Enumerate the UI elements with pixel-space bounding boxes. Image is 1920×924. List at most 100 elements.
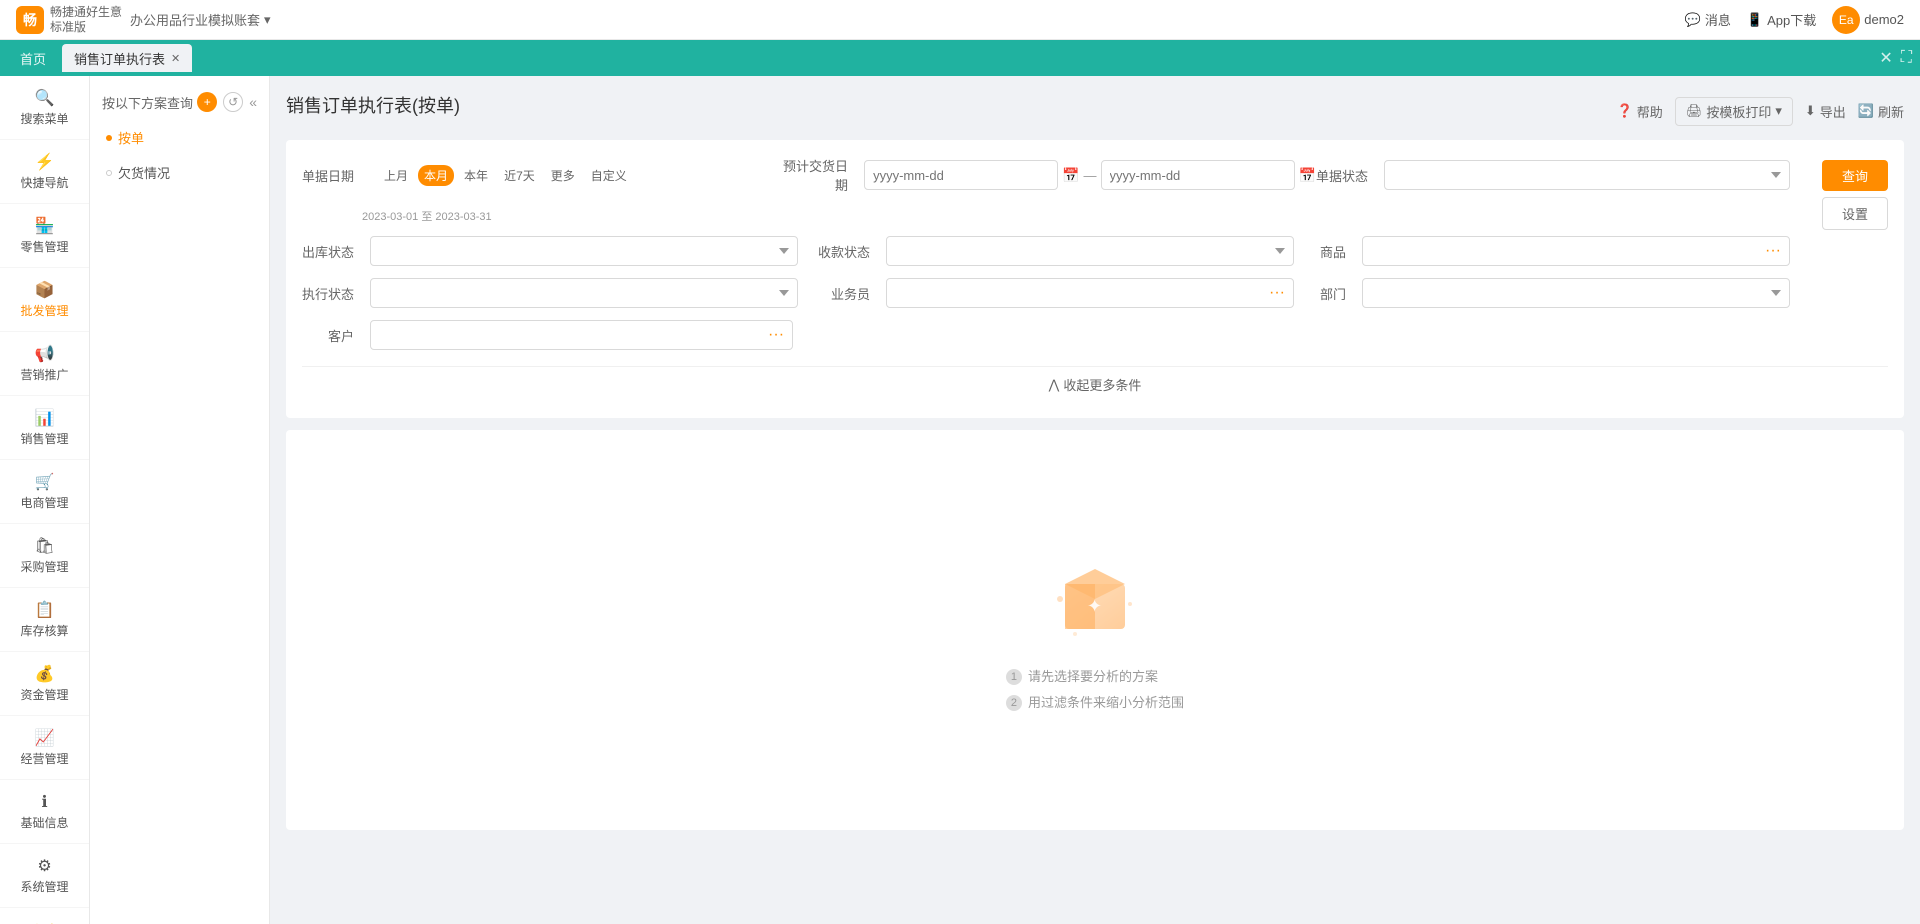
finance-icon: 💰 bbox=[4, 664, 85, 684]
menu-item-arrears[interactable]: 欠货情况 bbox=[90, 155, 269, 190]
app-download-icon: 📱 bbox=[1747, 12, 1763, 28]
top-header: 畅 畅捷通好生意 标准版 办公用品行业模拟账套 ▾ 💬 消息 📱 App下载 E… bbox=[0, 0, 1920, 40]
sales-icon: 📊 bbox=[4, 408, 85, 428]
left-panel-actions: + ↺ « bbox=[197, 92, 257, 112]
menu-item-order[interactable]: 按单 bbox=[90, 120, 269, 155]
exec-status-select[interactable] bbox=[370, 278, 798, 308]
sidebar: 🔍 搜索菜单 ⚡ 快捷导航 🏪 零售管理 📦 批发管理 📢 营销推广 📊 销售管… bbox=[0, 76, 90, 924]
expected-date-label: 预计交货日期 bbox=[776, 156, 856, 194]
tip-row-2: 2 用过滤条件来缩小分析范围 bbox=[1006, 690, 1184, 716]
salesperson-label: 业务员 bbox=[798, 284, 878, 303]
payment-status-label: 收款状态 bbox=[798, 242, 878, 261]
customer-label: 客户 bbox=[302, 326, 362, 345]
logo-area: 畅 畅捷通好生意 标准版 bbox=[16, 5, 122, 34]
shortcut-this-month[interactable]: 本月 bbox=[418, 165, 454, 186]
search-icon: 🔍 bbox=[4, 88, 85, 108]
inventory-icon: 📋 bbox=[4, 600, 85, 620]
ecommerce-icon: 🛒 bbox=[4, 472, 85, 492]
help-button[interactable]: ❓ 帮助 bbox=[1617, 102, 1663, 121]
payment-status-select[interactable] bbox=[886, 236, 1294, 266]
status-select[interactable] bbox=[1384, 160, 1790, 190]
sidebar-item-system[interactable]: ⚙ 系统管理 bbox=[0, 844, 89, 908]
user-menu[interactable]: Ea demo2 bbox=[1832, 6, 1904, 34]
sidebar-item-purchase[interactable]: 🛍 采购管理 bbox=[0, 524, 89, 588]
sidebar-item-basic[interactable]: ℹ 基础信息 bbox=[0, 780, 89, 844]
tab-close-icon[interactable]: ✕ bbox=[171, 52, 180, 65]
page-header-row: 销售订单执行表(按单) ❓ 帮助 🖨 按模板打印 ▾ ⬇ 导出 🔄 刷新 bbox=[286, 92, 1904, 130]
delivery-status-select[interactable] bbox=[370, 236, 798, 266]
avatar: Ea bbox=[1832, 6, 1860, 34]
refresh-icon: 🔄 bbox=[1858, 103, 1874, 119]
export-button[interactable]: ⬇ 导出 bbox=[1805, 102, 1846, 121]
print-button[interactable]: 🖨 按模板打印 ▾ bbox=[1675, 97, 1793, 126]
breadcrumb[interactable]: 办公用品行业模拟账套 ▾ bbox=[130, 10, 271, 29]
sidebar-item-operations[interactable]: 📈 经营管理 bbox=[0, 716, 89, 780]
empty-state: ✦ 1 请先选择要分析的方案 2 用过滤条件来缩小分析范围 bbox=[1006, 464, 1184, 796]
shortcut-last-7[interactable]: 近7天 bbox=[498, 165, 541, 186]
collapse-up-icon: ⋀ bbox=[1049, 377, 1060, 393]
header-left: 畅 畅捷通好生意 标准版 办公用品行业模拟账套 ▾ bbox=[16, 5, 271, 34]
date-range-text: 2023-03-01 至 2023-03-31 bbox=[362, 208, 492, 224]
logo-text: 畅捷通好生意 标准版 bbox=[50, 5, 122, 34]
tab-home[interactable]: 首页 bbox=[8, 44, 58, 72]
refresh-plan-button[interactable]: ↺ bbox=[223, 92, 243, 112]
calendar-end-icon[interactable]: 📅 bbox=[1299, 167, 1316, 184]
app-download-button[interactable]: 📱 App下载 bbox=[1747, 10, 1816, 29]
page-title: 销售订单执行表(按单) bbox=[286, 92, 460, 118]
shortcut-custom[interactable]: 自定义 bbox=[585, 165, 633, 186]
breadcrumb-arrow-icon: ▾ bbox=[264, 12, 271, 28]
settings-button[interactable]: 设置 bbox=[1822, 197, 1888, 230]
shortcut-this-year[interactable]: 本年 bbox=[458, 165, 494, 186]
add-plan-button[interactable]: + bbox=[197, 92, 217, 112]
sidebar-item-wholesale[interactable]: 📦 批发管理 bbox=[0, 268, 89, 332]
message-button[interactable]: 💬 消息 bbox=[1685, 10, 1731, 29]
sidebar-item-enterprise[interactable]: 🤝 企业协同 bbox=[0, 908, 89, 924]
tip-row-1: 1 请先选择要分析的方案 bbox=[1006, 664, 1184, 690]
collapse-row: ⋀ 收起更多条件 bbox=[302, 366, 1888, 402]
tip-num-2: 2 bbox=[1006, 695, 1022, 711]
sidebar-item-ecommerce[interactable]: 🛒 电商管理 bbox=[0, 460, 89, 524]
print-arrow-icon: ▾ bbox=[1775, 103, 1782, 119]
tab-close-window-icon[interactable]: ✕ bbox=[1879, 48, 1892, 68]
customer-more-btn[interactable]: ··· bbox=[379, 326, 784, 344]
header-right: 💬 消息 📱 App下载 Ea demo2 bbox=[1685, 6, 1904, 34]
collapse-panel-button[interactable]: « bbox=[249, 94, 257, 110]
empty-tips: 1 请先选择要分析的方案 2 用过滤条件来缩小分析范围 bbox=[1006, 664, 1184, 716]
message-icon: 💬 bbox=[1685, 12, 1701, 28]
tab-bar-actions: ✕ ⛶ bbox=[1879, 48, 1912, 68]
sidebar-item-retail[interactable]: 🏪 零售管理 bbox=[0, 204, 89, 268]
tab-bar: 首页 销售订单执行表 ✕ ✕ ⛶ bbox=[0, 40, 1920, 76]
active-dot-icon bbox=[106, 135, 112, 141]
calendar-start-icon[interactable]: 📅 bbox=[1062, 167, 1079, 184]
tip-num-1: 1 bbox=[1006, 669, 1022, 685]
exec-status-label: 执行状态 bbox=[302, 284, 362, 303]
svg-text:✦: ✦ bbox=[1087, 596, 1102, 616]
sidebar-item-quick-nav[interactable]: ⚡ 快捷导航 bbox=[0, 140, 89, 204]
sidebar-item-finance[interactable]: 💰 资金管理 bbox=[0, 652, 89, 716]
dept-select[interactable] bbox=[1362, 278, 1790, 308]
sidebar-item-marketing[interactable]: 📢 营销推广 bbox=[0, 332, 89, 396]
collapse-button[interactable]: ⋀ 收起更多条件 bbox=[1049, 375, 1142, 394]
query-button[interactable]: 查询 bbox=[1822, 160, 1888, 191]
date-label: 单据日期 bbox=[302, 166, 362, 185]
goods-more-btn[interactable]: ··· bbox=[1371, 242, 1781, 260]
marketing-icon: 📢 bbox=[4, 344, 85, 364]
empty-illustration: ✦ bbox=[1045, 544, 1145, 644]
wholesale-icon: 📦 bbox=[4, 280, 85, 300]
sidebar-item-inventory[interactable]: 📋 库存核算 bbox=[0, 588, 89, 652]
retail-icon: 🏪 bbox=[4, 216, 85, 236]
tab-sales-order[interactable]: 销售订单执行表 ✕ bbox=[62, 44, 192, 72]
sidebar-item-search[interactable]: 🔍 搜索菜单 bbox=[0, 76, 89, 140]
content-card: ✦ 1 请先选择要分析的方案 2 用过滤条件来缩小分析范围 bbox=[286, 430, 1904, 830]
query-buttons: 查询 设置 bbox=[1822, 156, 1888, 230]
export-icon: ⬇ bbox=[1805, 103, 1816, 119]
sidebar-item-sales[interactable]: 📊 销售管理 bbox=[0, 396, 89, 460]
salesperson-more-btn[interactable]: ··· bbox=[895, 284, 1285, 302]
date-start-input[interactable] bbox=[864, 160, 1058, 190]
shortcut-more[interactable]: 更多 bbox=[545, 165, 581, 186]
tab-resize-icon[interactable]: ⛶ bbox=[1901, 49, 1912, 67]
refresh-button[interactable]: 🔄 刷新 bbox=[1858, 102, 1904, 121]
shortcut-last-month[interactable]: 上月 bbox=[378, 165, 414, 186]
date-end-input[interactable] bbox=[1101, 160, 1295, 190]
left-panel-header: 按以下方案查询 + ↺ « bbox=[90, 84, 269, 120]
